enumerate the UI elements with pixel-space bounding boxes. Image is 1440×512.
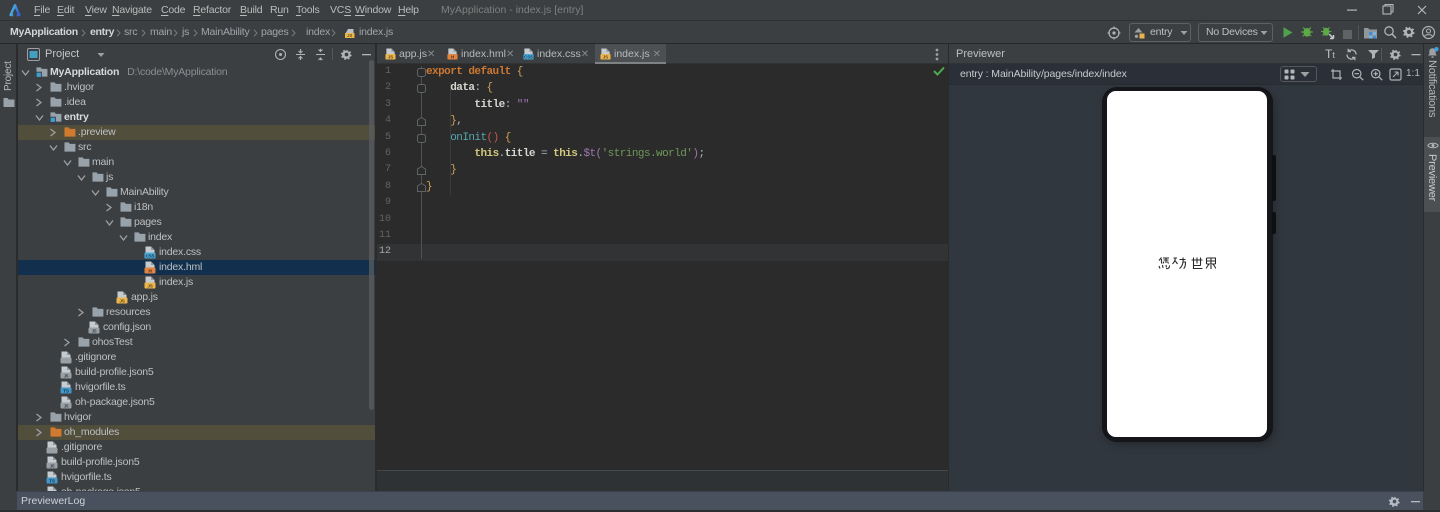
svg-text:J5: J5 [49, 463, 54, 468]
svg-text:J5: J5 [91, 328, 96, 333]
svg-text:J5: J5 [63, 403, 68, 408]
svg-text:CSS: CSS [524, 54, 533, 59]
svg-text:TS: TS [49, 478, 55, 483]
svg-text:JS: JS [388, 54, 393, 59]
svg-text:H: H [451, 54, 454, 59]
svg-text:J5: J5 [63, 373, 68, 378]
svg-text:CSS: CSS [145, 253, 154, 258]
svg-text:JS: JS [347, 33, 352, 38]
svg-text:JS: JS [147, 283, 152, 288]
svg-text:JS: JS [603, 54, 608, 59]
svg-text:TS: TS [63, 388, 69, 393]
svg-text:JS: JS [119, 298, 124, 303]
